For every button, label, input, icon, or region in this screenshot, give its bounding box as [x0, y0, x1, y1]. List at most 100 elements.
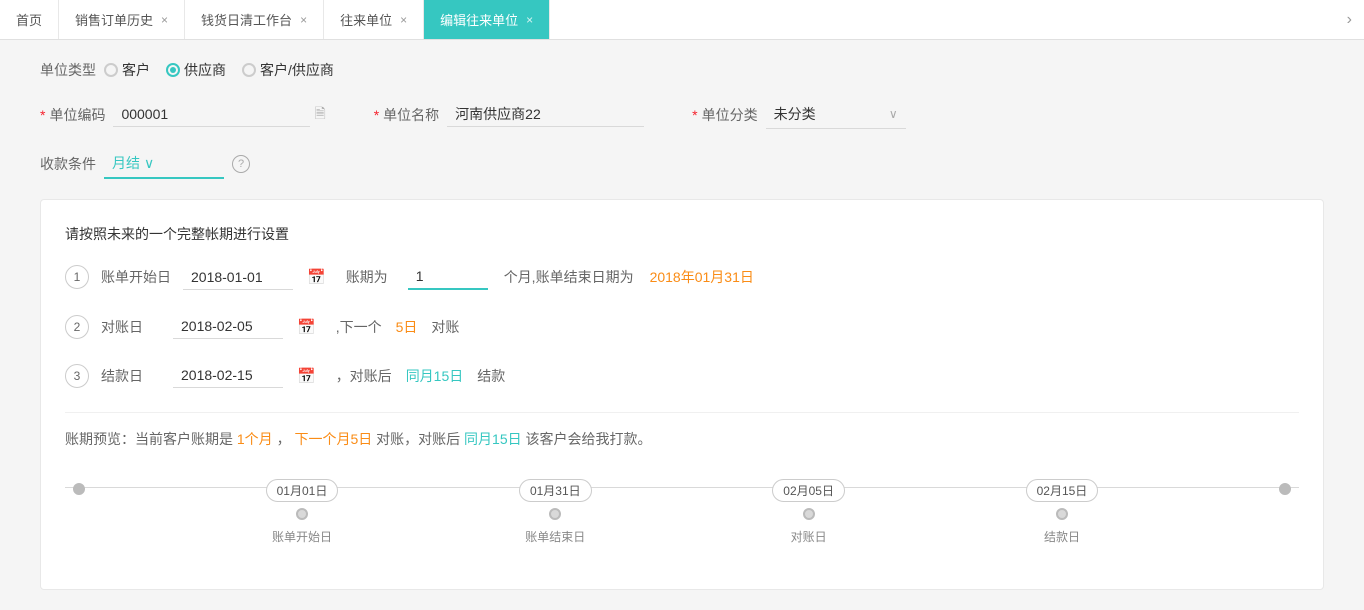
row1-end-date-highlight: 2018年01月31日 [650, 267, 754, 287]
radio-customer[interactable]: 客户 [104, 60, 150, 80]
timeline-points: 01月01日 账单开始日 01月31日 账单结束日 02月05日 对账日 [65, 479, 1299, 545]
tab-cash-work[interactable]: 钱货日清工作台 × [185, 0, 324, 39]
unit-name-label: 单位名称 [383, 105, 439, 125]
unit-category-value: 未分类 [774, 104, 889, 124]
row1-period-unit-prefix: 个月,账单结束日期为 [504, 267, 634, 287]
row-number-3: 3 [65, 364, 89, 388]
tl-badge-payment: 02月15日 [1026, 479, 1099, 502]
radio-supplier-label: 供应商 [184, 60, 226, 80]
code-name-category-row: * 单位编码 🗎 * 单位名称 * 单位分类 未分类 ∨ [40, 100, 1324, 129]
row-label-3: 结款日 [101, 366, 161, 386]
start-date-input[interactable] [183, 265, 293, 290]
tab-partner-unit-close[interactable]: × [400, 13, 407, 27]
row3-day-highlight: 同月15日 [406, 366, 464, 386]
setting-row-3: 3 结款日 📅 ，对账后 同月15日 结款 [65, 363, 1299, 388]
settings-title: 请按照未来的一个完整帐期进行设置 [65, 224, 1299, 244]
preview-part1: 1个月 [237, 431, 273, 447]
unit-type-radio-group: 客户 供应商 客户/供应商 [104, 60, 334, 80]
reconcile-date-calendar-icon[interactable]: 📅 [297, 318, 316, 336]
timeline-wrapper: 01月01日 账单开始日 01月31日 账单结束日 02月05日 对账日 [65, 469, 1299, 565]
radio-both-label: 客户/供应商 [260, 60, 334, 80]
start-date-calendar-icon[interactable]: 📅 [307, 268, 326, 286]
radio-customer-label: 客户 [122, 60, 150, 80]
tab-partner-unit-label: 往来单位 [340, 10, 392, 29]
row3-prefix: ，对账后 [336, 366, 392, 386]
tl-badge-reconcile: 02月05日 [772, 479, 845, 502]
unit-code-group: * 单位编码 🗎 [40, 102, 326, 127]
tab-cash-work-label: 钱货日清工作台 [201, 10, 292, 29]
tl-dot-right [1279, 483, 1291, 495]
tab-sales-history-close[interactable]: × [161, 13, 168, 27]
row-number-1: 1 [65, 265, 89, 289]
tl-point-start: 01月01日 账单开始日 [266, 479, 339, 545]
row2-day-highlight: 5日 [396, 317, 418, 337]
row3-suffix: 结款 [477, 366, 505, 386]
preview-text: 账期预览：当前客户账期是 1个月 ， 下一个月5日 对账，对账后 同月15日 该… [65, 429, 1299, 449]
tl-badge-start: 01月01日 [266, 479, 339, 502]
setting-row-1: 1 账单开始日 📅 账期为 个月,账单结束日期为 2018年01月31日 [65, 264, 1299, 290]
tl-point-start-dot [65, 479, 85, 495]
payment-condition-label: 收款条件 [40, 154, 96, 174]
tab-sales-history[interactable]: 销售订单历史 × [59, 0, 185, 39]
tab-cash-work-close[interactable]: × [300, 13, 307, 27]
tl-label-reconcile: 对账日 [791, 528, 827, 545]
row-number-2: 2 [65, 315, 89, 339]
row1-suffix-label: 账期为 [346, 267, 388, 287]
payment-condition-select[interactable]: 月结 ∨ [104, 149, 224, 179]
tabs-bar: 首页 销售订单历史 × 钱货日清工作台 × 往来单位 × 编辑往来单位 × › [0, 0, 1364, 40]
unit-name-group: * 单位名称 [374, 102, 644, 127]
unit-type-group: 单位类型 客户 供应商 客户/供应商 [40, 60, 334, 80]
row2-suffix: 对账 [431, 317, 459, 337]
unit-type-row: 单位类型 客户 供应商 客户/供应商 [40, 60, 1324, 80]
tl-dot-left [73, 483, 85, 495]
payment-condition-value: 月结 [112, 153, 140, 173]
payment-date-input[interactable] [173, 363, 283, 388]
tl-dot-start [296, 508, 308, 520]
row-label-2: 对账日 [101, 317, 161, 337]
tl-label-start: 账单开始日 [272, 528, 332, 545]
radio-supplier-circle [166, 63, 180, 77]
tl-point-reconcile: 02月05日 对账日 [772, 479, 845, 545]
preview-section: 账期预览：当前客户账期是 1个月 ， 下一个月5日 对账，对账后 同月15日 该… [65, 412, 1299, 565]
unit-category-group: * 单位分类 未分类 ∨ [692, 100, 905, 129]
unit-code-label: 单位编码 [49, 105, 105, 125]
tl-dot-payment [1056, 508, 1068, 520]
unit-name-input[interactable] [447, 102, 644, 127]
setting-row-2: 2 对账日 📅 ,下一个 5日 对账 [65, 314, 1299, 339]
tab-partner-unit[interactable]: 往来单位 × [324, 0, 424, 39]
tab-more-button[interactable]: › [1335, 11, 1364, 29]
radio-both[interactable]: 客户/供应商 [242, 60, 334, 80]
period-input[interactable] [408, 264, 488, 290]
unit-category-select[interactable]: 未分类 ∨ [766, 100, 906, 129]
preview-part2: 下一个月5日 [294, 431, 372, 447]
preview-prefix: 账期预览：当前客户账期是 [65, 431, 233, 447]
tab-edit-partner[interactable]: 编辑往来单位 × [424, 0, 550, 39]
tl-label-payment: 结款日 [1044, 528, 1080, 545]
radio-customer-circle [104, 63, 118, 77]
reconcile-date-input[interactable] [173, 314, 283, 339]
page-content: 单位类型 客户 供应商 客户/供应商 * 单位编码 [0, 40, 1364, 610]
preview-suffix: 该客户会给我打款。 [526, 431, 652, 447]
tab-edit-partner-close[interactable]: × [526, 13, 533, 27]
tl-badge-end: 01月31日 [519, 479, 592, 502]
tab-home[interactable]: 首页 [0, 0, 59, 39]
row2-prefix: ,下一个 [336, 317, 382, 337]
tab-home-label: 首页 [16, 10, 42, 29]
row-label-1: 账单开始日 [101, 267, 171, 287]
unit-type-label: 单位类型 [40, 60, 96, 80]
unit-code-icon[interactable]: 🗎 [314, 103, 325, 127]
tl-point-end-dot [1279, 479, 1299, 495]
unit-category-arrow: ∨ [889, 107, 898, 121]
unit-code-input[interactable] [113, 102, 310, 127]
tl-label-end: 账单结束日 [525, 528, 585, 545]
settings-box: 请按照未来的一个完整帐期进行设置 1 账单开始日 📅 账期为 个月,账单结束日期… [40, 199, 1324, 590]
radio-supplier[interactable]: 供应商 [166, 60, 226, 80]
tab-edit-partner-label: 编辑往来单位 [440, 10, 518, 29]
preview-mid2: 对账，对账后 [376, 431, 460, 447]
payment-date-calendar-icon[interactable]: 📅 [297, 367, 316, 385]
unit-code-required: * [40, 107, 45, 123]
payment-help-icon[interactable]: ? [232, 155, 250, 173]
tl-dot-end [549, 508, 561, 520]
tl-dot-reconcile [803, 508, 815, 520]
tab-sales-history-label: 销售订单历史 [75, 10, 153, 29]
